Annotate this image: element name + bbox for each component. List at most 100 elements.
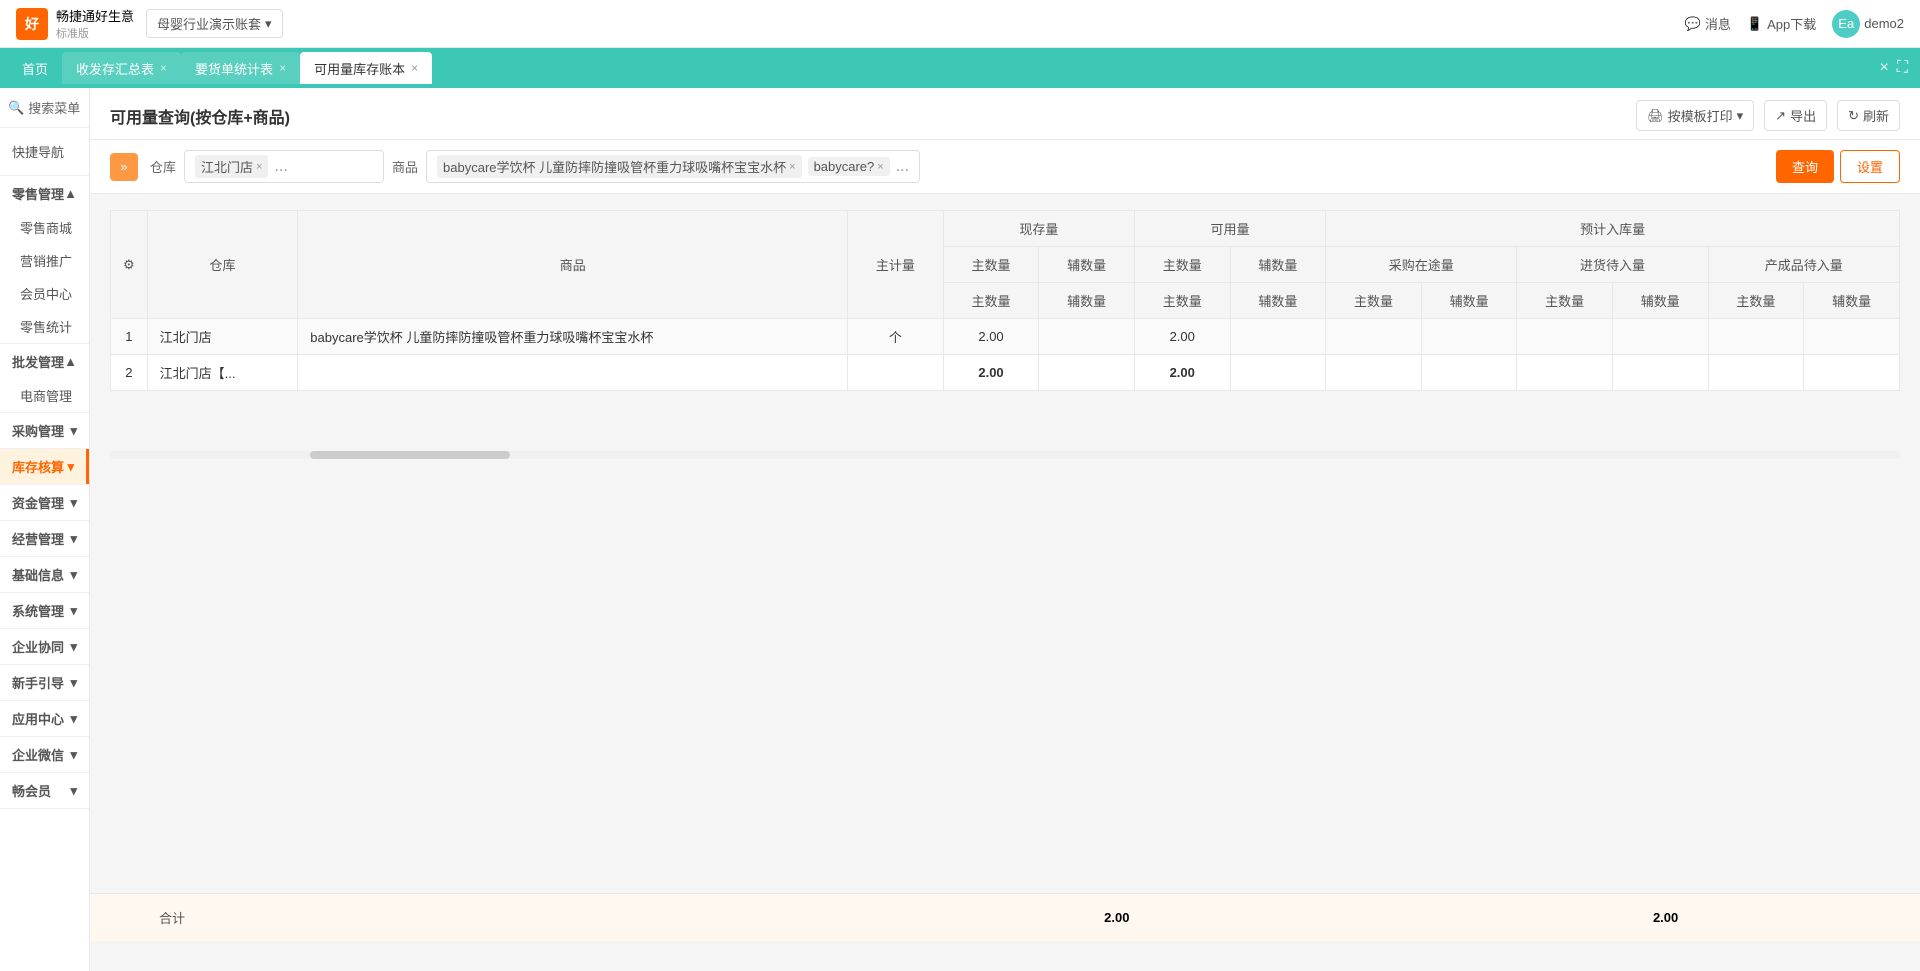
goods-tag-2-close[interactable]: × (877, 161, 883, 173)
sidebar-section-vip-header[interactable]: 畅会员 ▾ (0, 773, 89, 808)
scroll-area[interactable]: ⚙ 仓库 商品 主计量 现存量 可用量 预计入库量 主数量 辅数量 主数量 (110, 210, 1900, 391)
template-print-btn[interactable]: 🖨 按模板打印 ▾ (1636, 100, 1754, 131)
sidebar-section-inventory-header[interactable]: 库存核算 ▾ (0, 449, 89, 484)
sidebar-section-collab-header[interactable]: 企业协同 ▾ (0, 629, 89, 664)
sidebar-item-retail-stats[interactable]: 零售统计 (0, 310, 89, 343)
cell-index-1: 1 (111, 319, 148, 355)
col-sm5: 主数量 (1708, 283, 1804, 319)
col-sm3: 主数量 (1326, 283, 1422, 319)
sidebar-section-newbie-header[interactable]: 新手引导 ▾ (0, 665, 89, 700)
sidebar-section-wechat-header[interactable]: 企业微信 ▾ (0, 737, 89, 772)
sidebar-item-ecom[interactable]: 电商管理 (0, 379, 89, 412)
col-purchase-transit-h: 采购在途量 (1326, 247, 1517, 283)
chevron-icon-11: ▾ (70, 711, 77, 727)
table-row: 2 江北门店【... 2.00 2.00 (111, 355, 1900, 391)
app-icon: 📱 (1747, 16, 1763, 32)
tab-order-stats[interactable]: 要货单统计表 × (181, 52, 300, 84)
sidebar-section-finance-header[interactable]: 资金管理 ▾ (0, 485, 89, 520)
cell-stock-aux-1 (1039, 319, 1135, 355)
tab-close-1[interactable]: × (160, 61, 167, 75)
cell-iw-aux-2 (1612, 355, 1708, 391)
export-btn[interactable]: ↗ 导出 (1764, 100, 1827, 131)
cell-pt-aux-1 (1421, 319, 1517, 355)
tab-receive-summary[interactable]: 收发存汇总表 × (62, 52, 181, 84)
sidebar-item-quick-nav[interactable]: 快捷导航 (0, 134, 89, 169)
col-sa2: 辅数量 (1230, 283, 1326, 319)
sidebar-section-inventory: 库存核算 ▾ (0, 449, 89, 485)
total-available-main: 2.00 (1431, 902, 1900, 933)
footer-bar: 合计 2.00 2.00 (90, 893, 1920, 941)
goods-input[interactable]: babycare学饮杯 儿童防摔防撞吸管杯重力球吸嘴杯宝宝水杯 × babyca… (426, 150, 920, 183)
app-download-btn[interactable]: 📱 App下载 (1747, 14, 1816, 33)
message-btn[interactable]: 💬 消息 (1685, 14, 1731, 33)
query-button[interactable]: 查询 (1776, 150, 1834, 183)
col-incoming-header: 预计入库量 (1326, 211, 1900, 247)
sidebar-section-purchase: 采购管理 ▾ (0, 413, 89, 449)
refresh-icon: ↻ (1848, 108, 1859, 124)
chevron-icon-3: ▾ (70, 423, 77, 439)
page-actions: 🖨 按模板打印 ▾ ↗ 导出 ↻ 刷新 (1636, 100, 1900, 131)
cell-fp-aux-1 (1804, 319, 1900, 355)
warehouse-more: ... (274, 158, 287, 176)
col-finished-h: 产成品待入量 (1708, 247, 1899, 283)
warehouse-label: 仓库 (150, 157, 176, 176)
sidebar-section-purchase-header[interactable]: 采购管理 ▾ (0, 413, 89, 448)
sidebar-section-appstore: 应用中心 ▾ (0, 701, 89, 737)
sidebar-section-base-header[interactable]: 基础信息 ▾ (0, 557, 89, 592)
sidebar-section-retail-header[interactable]: 零售管理 ▲ (0, 176, 89, 211)
sidebar-section-sys-header[interactable]: 系统管理 ▾ (0, 593, 89, 628)
chevron-icon-7: ▾ (70, 567, 77, 583)
main-layout: 🔍 搜索菜单 快捷导航 零售管理 ▲ 零售商城 营销推广 会员中心 零售统计 (0, 88, 1920, 971)
tab-close-2[interactable]: × (279, 61, 286, 75)
col-sa4: 辅数量 (1612, 283, 1708, 319)
sidebar-search[interactable]: 🔍 搜索菜单 (0, 88, 89, 128)
export-icon: ↗ (1775, 108, 1786, 124)
search-icon: 🔍 (8, 100, 24, 116)
chevron-icon-4: ▾ (67, 459, 74, 475)
setting-button[interactable]: 设置 (1840, 150, 1900, 183)
total-label: 合计 (147, 902, 622, 933)
scrollbar[interactable] (110, 451, 1900, 459)
col-sm2: 主数量 (1134, 283, 1230, 319)
col-sa5: 辅数量 (1804, 283, 1900, 319)
tab-home[interactable]: 首页 (8, 52, 62, 84)
filter-expand-btn[interactable]: » (110, 153, 138, 181)
cell-pt-main-1 (1326, 319, 1422, 355)
sidebar-item-promo[interactable]: 营销推广 (0, 244, 89, 277)
refresh-btn[interactable]: ↻ 刷新 (1837, 100, 1900, 131)
chevron-icon-6: ▾ (70, 531, 77, 547)
warehouse-input[interactable]: 江北门店 × ... (184, 150, 384, 183)
industry-select[interactable]: 母婴行业演示账套 ▾ (146, 9, 283, 38)
cell-avail-main-1: 2.00 (1134, 319, 1230, 355)
col-sa1: 辅数量 (1039, 283, 1135, 319)
cell-warehouse-1: 江北门店 (147, 319, 298, 355)
tab-available-inventory[interactable]: 可用量库存账本 × (300, 52, 432, 84)
chevron-icon-2: ▲ (64, 354, 77, 369)
cell-avail-main-2: 2.00 (1134, 355, 1230, 391)
sidebar-section-biz-header[interactable]: 经营管理 ▾ (0, 521, 89, 556)
sidebar-section-wholesale-header[interactable]: 批发管理 ▲ (0, 344, 89, 379)
sidebar-section-finance: 资金管理 ▾ (0, 485, 89, 521)
cell-iw-main-1 (1517, 319, 1613, 355)
sidebar-section-appstore-header[interactable]: 应用中心 ▾ (0, 701, 89, 736)
user-menu[interactable]: Ea demo2 (1832, 10, 1904, 38)
col-unit-header: 主计量 (848, 211, 944, 319)
tab-fullscreen-btn[interactable]: ⛶ (1897, 59, 1908, 77)
chevron-icon: ▲ (64, 186, 77, 201)
sidebar-section-retail: 零售管理 ▲ 零售商城 营销推广 会员中心 零售统计 (0, 176, 89, 344)
sidebar-item-shop[interactable]: 零售商城 (0, 211, 89, 244)
chevron-icon-8: ▾ (70, 603, 77, 619)
sidebar-item-member[interactable]: 会员中心 (0, 277, 89, 310)
cell-fp-main-2 (1708, 355, 1804, 391)
cell-stock-main-1: 2.00 (943, 319, 1039, 355)
chevron-icon-13: ▾ (70, 783, 77, 799)
col-settings[interactable]: ⚙ (111, 211, 148, 319)
warehouse-tag-close[interactable]: × (256, 161, 262, 173)
goods-tag-1-close[interactable]: × (789, 161, 795, 173)
cell-pt-aux-2 (1421, 355, 1517, 391)
tab-bar-right: × ⛶ (1879, 59, 1920, 77)
scrollbar-thumb[interactable] (310, 451, 510, 459)
tab-close-3[interactable]: × (411, 61, 418, 75)
sidebar: 🔍 搜索菜单 快捷导航 零售管理 ▲ 零售商城 营销推广 会员中心 零售统计 (0, 88, 90, 971)
tab-close-all-btn[interactable]: × (1879, 59, 1888, 77)
